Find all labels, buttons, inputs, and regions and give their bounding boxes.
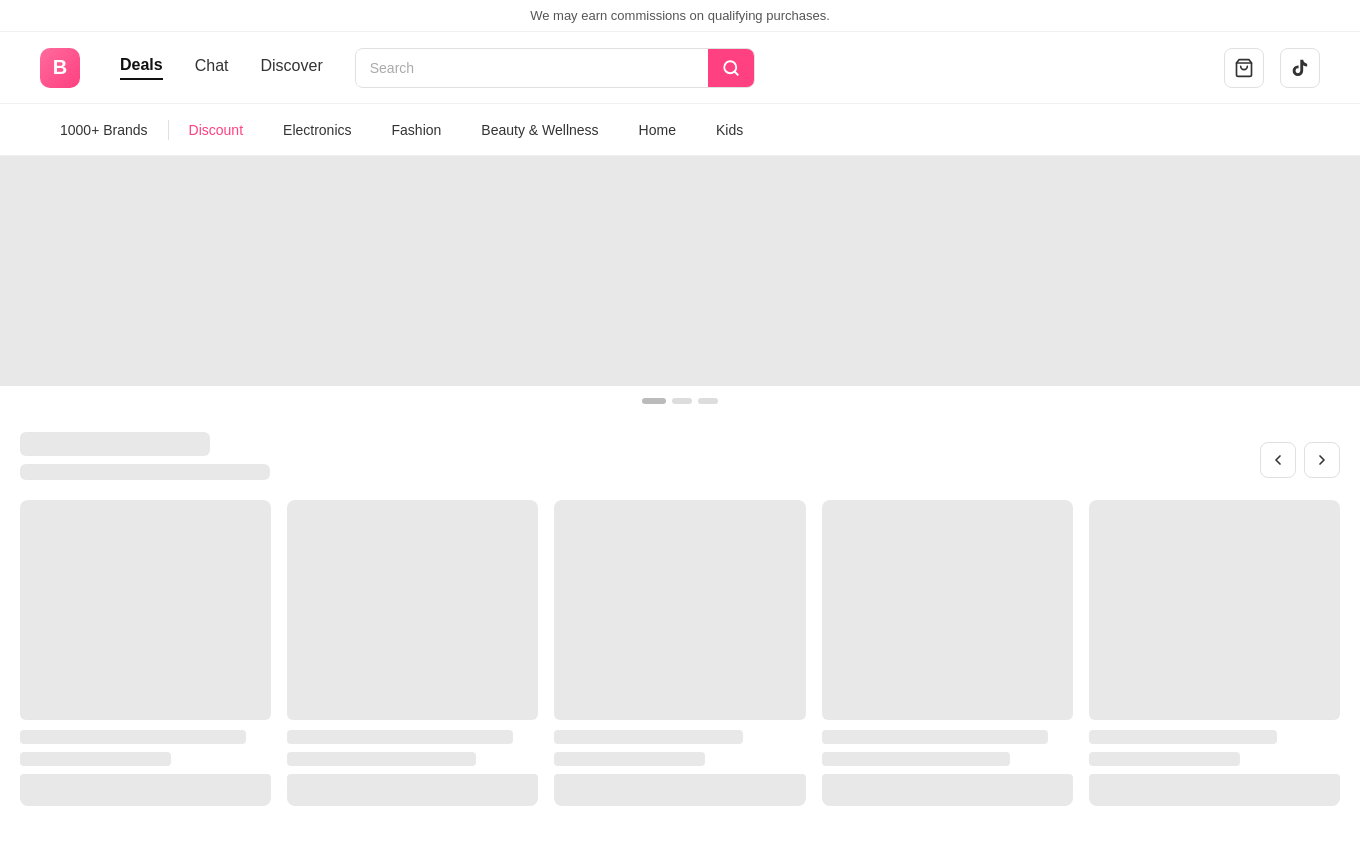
category-item-brands[interactable]: 1000+ Brands xyxy=(40,104,168,155)
product-price-skeleton xyxy=(287,752,475,766)
search-icon xyxy=(722,59,740,77)
category-item-kids[interactable]: Kids xyxy=(696,104,763,155)
search-input[interactable] xyxy=(356,50,708,86)
banner-text: We may earn commissions on qualifying pu… xyxy=(530,8,830,23)
logo[interactable]: B xyxy=(40,48,80,88)
product-title-skeleton xyxy=(20,730,246,744)
main-nav: Deals Chat Discover xyxy=(120,56,323,80)
product-price-skeleton xyxy=(554,752,705,766)
tiktok-button[interactable] xyxy=(1280,48,1320,88)
section-subtitle-skeleton xyxy=(20,464,270,480)
product-title-skeleton xyxy=(287,730,513,744)
search-wrapper xyxy=(355,48,755,88)
product-price-skeleton xyxy=(822,752,1010,766)
product-title-skeleton xyxy=(554,730,742,744)
section-title-skeleton xyxy=(20,432,210,456)
carousel-header xyxy=(20,432,1340,488)
product-price-skeleton xyxy=(1089,752,1240,766)
category-nav: 1000+ Brands Discount Electronics Fashio… xyxy=(0,104,1360,156)
carousel-dot-3[interactable] xyxy=(698,398,718,404)
carousel-prev-button[interactable] xyxy=(1260,442,1296,478)
product-title-skeleton xyxy=(822,730,1048,744)
product-btn-skeleton xyxy=(822,774,1073,806)
tiktok-icon xyxy=(1290,58,1310,78)
product-card[interactable] xyxy=(1089,500,1340,806)
product-btn-skeleton xyxy=(1089,774,1340,806)
product-image-skeleton xyxy=(554,500,805,720)
header: B Deals Chat Discover xyxy=(0,32,1360,104)
product-image-skeleton xyxy=(287,500,538,720)
carousel-dots xyxy=(0,386,1360,416)
product-btn-skeleton xyxy=(20,774,271,806)
product-grid xyxy=(20,500,1340,826)
product-image-skeleton xyxy=(822,500,1073,720)
logo-icon: B xyxy=(40,48,80,88)
top-banner: We may earn commissions on qualifying pu… xyxy=(0,0,1360,32)
product-card[interactable] xyxy=(287,500,538,806)
product-card[interactable] xyxy=(822,500,1073,806)
product-btn-skeleton xyxy=(554,774,805,806)
product-card[interactable] xyxy=(20,500,271,806)
chevron-left-icon xyxy=(1270,452,1286,468)
nav-item-chat[interactable]: Chat xyxy=(195,57,229,79)
carousel-next-button[interactable] xyxy=(1304,442,1340,478)
carousel-controls xyxy=(1260,442,1340,478)
category-item-beauty[interactable]: Beauty & Wellness xyxy=(461,104,618,155)
section-header xyxy=(20,432,270,480)
bag-icon xyxy=(1234,58,1254,78)
carousel-dot-1[interactable] xyxy=(642,398,666,404)
search-container xyxy=(355,48,1192,88)
product-image-skeleton xyxy=(1089,500,1340,720)
bag-button[interactable] xyxy=(1224,48,1264,88)
search-button[interactable] xyxy=(708,49,754,87)
nav-item-deals[interactable]: Deals xyxy=(120,56,163,80)
category-item-fashion[interactable]: Fashion xyxy=(372,104,462,155)
category-item-electronics[interactable]: Electronics xyxy=(263,104,371,155)
product-section xyxy=(0,416,1360,826)
svg-line-1 xyxy=(734,71,737,74)
product-card[interactable] xyxy=(554,500,805,806)
product-price-skeleton xyxy=(20,752,171,766)
category-item-home[interactable]: Home xyxy=(619,104,696,155)
header-icons xyxy=(1224,48,1320,88)
carousel-dot-2[interactable] xyxy=(672,398,692,404)
chevron-right-icon xyxy=(1314,452,1330,468)
category-item-discount[interactable]: Discount xyxy=(169,104,263,155)
product-image-skeleton xyxy=(20,500,271,720)
hero-banner xyxy=(0,156,1360,386)
product-title-skeleton xyxy=(1089,730,1277,744)
nav-item-discover[interactable]: Discover xyxy=(261,57,323,79)
product-btn-skeleton xyxy=(287,774,538,806)
